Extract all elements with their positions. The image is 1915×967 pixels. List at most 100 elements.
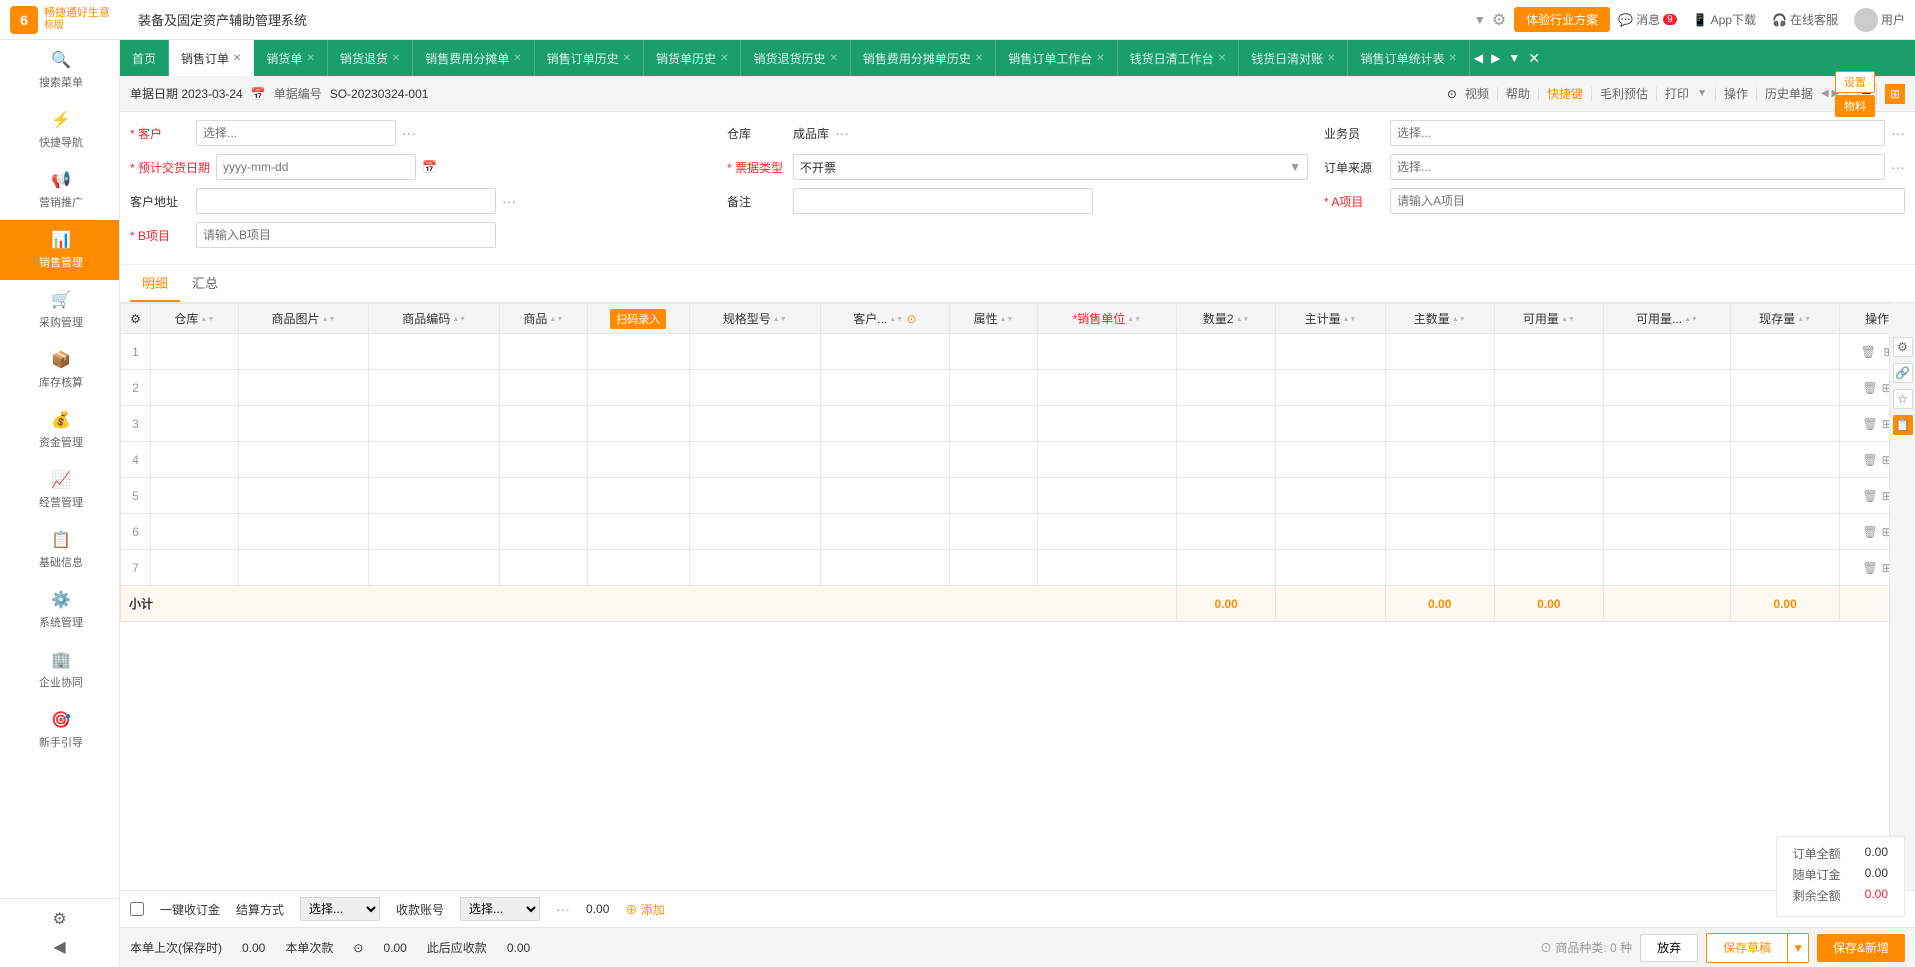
tab-sales-stats[interactable]: 销售订单统计表 ✕ bbox=[1348, 40, 1469, 76]
online-service[interactable]: 🎧 在线客服 bbox=[1772, 11, 1838, 28]
customer-input[interactable] bbox=[196, 120, 396, 146]
tab-goods-history[interactable]: 销货单历史 ✕ bbox=[644, 40, 741, 76]
save-draft-dropdown-icon[interactable]: ▼ bbox=[1788, 934, 1808, 962]
row-warehouse[interactable] bbox=[151, 334, 239, 370]
tab-home[interactable]: 首页 bbox=[120, 40, 169, 76]
sidebar-item-enterprise[interactable]: 🏢 企业协同 bbox=[0, 640, 119, 700]
tab-sales-history[interactable]: 销售订单历史 ✕ bbox=[535, 40, 644, 76]
grid-view-icon[interactable]: ⊞ bbox=[1885, 84, 1905, 104]
tab-close-all[interactable]: ✕ bbox=[1524, 50, 1544, 67]
warehouse-more-icon[interactable]: ··· bbox=[835, 125, 849, 141]
delete-row-icon[interactable]: 🗑 bbox=[1862, 561, 1877, 575]
help-button[interactable]: 帮助 bbox=[1506, 85, 1530, 102]
tab-sales-goods[interactable]: 销货单 ✕ bbox=[254, 40, 327, 76]
dropdown-icon[interactable]: ▼ bbox=[1289, 160, 1301, 174]
tab-cash-workbench[interactable]: 钱货日清工作台 ✕ bbox=[1118, 40, 1239, 76]
one-click-order-checkbox[interactable] bbox=[130, 902, 144, 916]
close-tab-icon[interactable]: ✕ bbox=[1218, 53, 1226, 64]
discard-button[interactable]: 放弃 bbox=[1640, 934, 1698, 962]
tab-return-history[interactable]: 销货退货历史 ✕ bbox=[741, 40, 850, 76]
a-project-input[interactable] bbox=[1390, 188, 1905, 214]
close-tab-icon[interactable]: ✕ bbox=[720, 53, 728, 64]
right-panel-icon-2[interactable]: ⚙ bbox=[1893, 337, 1913, 357]
sidebar-item-purchase[interactable]: 🛒 采购管理 bbox=[0, 280, 119, 340]
settings-btn[interactable]: 设置 bbox=[1835, 76, 1875, 93]
sidebar-item-system[interactable]: ⚙️ 系统管理 bbox=[0, 580, 119, 640]
close-tab-icon[interactable]: ✕ bbox=[1327, 53, 1335, 64]
close-tab-icon[interactable]: ✕ bbox=[513, 53, 521, 64]
delete-row-icon[interactable]: 🗑 bbox=[1862, 453, 1877, 467]
right-panel-icon-3[interactable]: 🔗 bbox=[1893, 363, 1913, 383]
profit-button[interactable]: 毛利预估 bbox=[1600, 85, 1648, 102]
message-icon[interactable]: 💬 消息 9 bbox=[1618, 11, 1677, 28]
sidebar-item-guide[interactable]: 🎯 新手引导 bbox=[0, 700, 119, 760]
row-product[interactable] bbox=[500, 334, 588, 370]
sidebar-item-sales[interactable]: 📊 销售管理 bbox=[0, 220, 119, 280]
collapse-icon[interactable]: ◀ bbox=[53, 937, 65, 957]
close-tab-icon[interactable]: ✕ bbox=[829, 53, 837, 64]
sidebar-item-quick-nav[interactable]: ⚡ 快捷导航 bbox=[0, 100, 119, 160]
save-draft-button[interactable]: 保存草稿 bbox=[1707, 934, 1788, 962]
close-tab-icon[interactable]: ✕ bbox=[623, 53, 631, 64]
row-sales-unit[interactable] bbox=[1037, 334, 1176, 370]
close-tab-icon[interactable]: ✕ bbox=[306, 53, 314, 64]
row-main-qty[interactable] bbox=[1385, 334, 1494, 370]
th-settings[interactable]: ⚙ bbox=[121, 304, 151, 334]
customer-address-input[interactable] bbox=[196, 188, 496, 214]
sidebar-item-operation[interactable]: 📈 经营管理 bbox=[0, 460, 119, 520]
tab-sales-return[interactable]: 销货退货 ✕ bbox=[328, 40, 413, 76]
tab-next[interactable]: ▶ bbox=[1487, 51, 1504, 65]
payment-more-icon[interactable]: ··· bbox=[556, 901, 570, 917]
payment-method-select[interactable]: 选择... bbox=[300, 897, 380, 921]
row-qty2[interactable] bbox=[1176, 334, 1276, 370]
th-scan[interactable]: 扫码录入 bbox=[587, 304, 689, 334]
close-tab-icon[interactable]: ✕ bbox=[975, 53, 983, 64]
shortcut-button[interactable]: 快捷键 bbox=[1547, 85, 1583, 102]
close-tab-icon[interactable]: ✕ bbox=[1096, 53, 1104, 64]
customer-more-icon[interactable]: ··· bbox=[402, 125, 416, 141]
settings-bottom-icon[interactable]: ⚙ bbox=[52, 909, 66, 929]
delete-row-icon[interactable]: 🗑 bbox=[1862, 381, 1877, 395]
sidebar-item-finance[interactable]: 💰 资金管理 bbox=[0, 400, 119, 460]
sidebar-item-inventory[interactable]: 📦 库存核算 bbox=[0, 340, 119, 400]
sidebar-item-search[interactable]: 🔍 搜索菜单 bbox=[0, 40, 119, 100]
sidebar-item-marketing[interactable]: 📢 营销推广 bbox=[0, 160, 119, 220]
print-button[interactable]: 打印 bbox=[1665, 85, 1689, 102]
history-button[interactable]: 历史单据 bbox=[1765, 85, 1813, 102]
tab-detail[interactable]: 明细 bbox=[130, 265, 180, 302]
save-new-button[interactable]: 保存&新增 bbox=[1817, 934, 1905, 962]
right-panel-icon-5[interactable]: 📋 bbox=[1893, 415, 1913, 435]
right-panel-icon-4[interactable]: ☆ bbox=[1893, 389, 1913, 409]
video-button[interactable]: 视频 bbox=[1465, 85, 1489, 102]
sidebar-item-basic-info[interactable]: 📋 基础信息 bbox=[0, 520, 119, 580]
operation-button[interactable]: 操作 bbox=[1724, 85, 1748, 102]
close-tab-icon[interactable]: ✕ bbox=[233, 53, 241, 64]
address-more-icon[interactable]: ··· bbox=[502, 193, 516, 209]
row-product-code[interactable] bbox=[369, 334, 500, 370]
remark-input[interactable] bbox=[793, 188, 1093, 214]
order-source-more-icon[interactable]: ··· bbox=[1891, 159, 1905, 175]
tab-more[interactable]: ▼ bbox=[1504, 51, 1524, 65]
solution-button[interactable]: 体验行业方案 bbox=[1514, 7, 1610, 32]
delete-row-icon[interactable]: 🗑 bbox=[1862, 417, 1877, 431]
b-project-input[interactable] bbox=[196, 222, 496, 248]
goods-btn[interactable]: 物料 bbox=[1835, 95, 1875, 117]
delete-row-icon[interactable]: 🗑 bbox=[1862, 489, 1877, 503]
scan-input-button[interactable]: 扫码录入 bbox=[610, 309, 666, 329]
order-source-input[interactable] bbox=[1390, 154, 1885, 180]
add-payment-button[interactable]: ⊕ 添加 bbox=[625, 901, 664, 918]
tab-sales-workbench[interactable]: 销售订单工作台 ✕ bbox=[996, 40, 1117, 76]
user-menu[interactable]: 用户 bbox=[1854, 8, 1905, 32]
app-download[interactable]: 📱 App下载 bbox=[1693, 11, 1756, 28]
tab-cash-reconcile[interactable]: 钱货日清对账 ✕ bbox=[1239, 40, 1348, 76]
close-tab-icon[interactable]: ✕ bbox=[392, 53, 400, 64]
calendar-icon[interactable]: 📅 bbox=[251, 87, 266, 101]
staff-input[interactable] bbox=[1390, 120, 1885, 146]
tab-summary[interactable]: 汇总 bbox=[180, 265, 230, 302]
staff-more-icon[interactable]: ··· bbox=[1891, 125, 1905, 141]
payment-account-select[interactable]: 选择... bbox=[460, 897, 540, 921]
delete-row-icon[interactable]: 🗑 bbox=[1861, 345, 1876, 359]
tab-prev[interactable]: ◀ bbox=[1470, 51, 1487, 65]
delete-row-icon[interactable]: 🗑 bbox=[1862, 525, 1877, 539]
close-tab-icon[interactable]: ✕ bbox=[1449, 53, 1457, 64]
